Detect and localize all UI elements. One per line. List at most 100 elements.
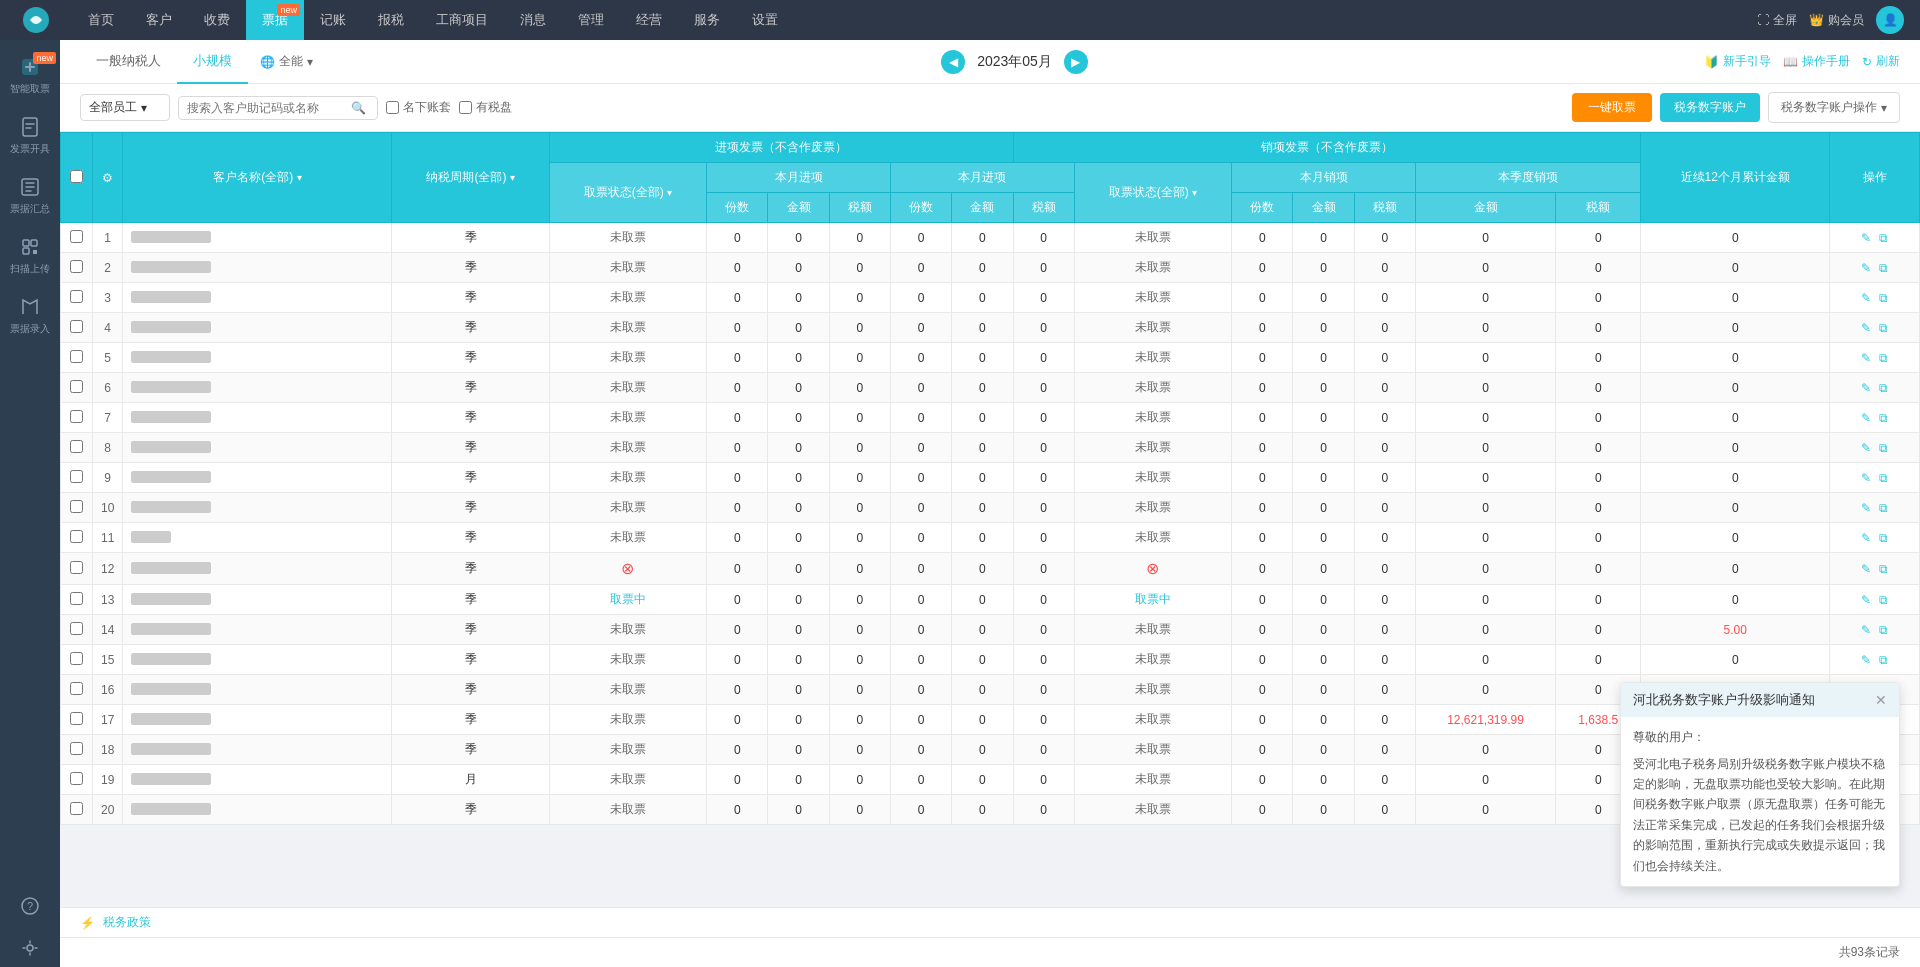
select-all-checkbox[interactable]	[70, 170, 83, 183]
row-checkbox[interactable]	[70, 470, 83, 483]
nav-message[interactable]: 消息	[504, 0, 562, 40]
row-checkbox-cell[interactable]	[61, 433, 93, 463]
sidebar-item-help[interactable]: ?	[0, 887, 60, 925]
row-checkbox-cell[interactable]	[61, 523, 93, 553]
sidebar-item-summary[interactable]: 票据汇总	[0, 168, 60, 224]
tab-all-capable[interactable]: 🌐 全能 ▾	[248, 53, 325, 70]
row-checkbox-cell[interactable]	[61, 795, 93, 825]
copy-button[interactable]: ⧉	[1879, 653, 1888, 667]
nav-tax[interactable]: 报税	[362, 0, 420, 40]
edit-button[interactable]: ✎	[1861, 231, 1871, 245]
row-checkbox[interactable]	[70, 772, 83, 785]
row-checkbox[interactable]	[70, 290, 83, 303]
row-checkbox[interactable]	[70, 230, 83, 243]
edit-button[interactable]: ✎	[1861, 441, 1871, 455]
edit-button[interactable]: ✎	[1861, 321, 1871, 335]
col-out-status-filter[interactable]: 取票状态(全部) ▾	[1109, 184, 1197, 201]
copy-button[interactable]: ⧉	[1879, 351, 1888, 365]
col-period-filter[interactable]: 纳税周期(全部) ▾	[426, 169, 514, 186]
copy-button[interactable]: ⧉	[1879, 321, 1888, 335]
edit-button[interactable]: ✎	[1861, 381, 1871, 395]
edit-button[interactable]: ✎	[1861, 623, 1871, 637]
copy-button[interactable]: ⧉	[1879, 231, 1888, 245]
taxdisk-checkbox[interactable]	[459, 101, 472, 114]
row-checkbox-cell[interactable]	[61, 223, 93, 253]
nav-business[interactable]: 工商项目	[420, 0, 504, 40]
prev-month-button[interactable]: ◀	[941, 50, 965, 74]
refresh-button[interactable]: ↻ 刷新	[1862, 53, 1900, 70]
settings-col-icon[interactable]: ⚙	[102, 171, 113, 185]
row-checkbox-cell[interactable]	[61, 373, 93, 403]
row-checkbox[interactable]	[70, 682, 83, 695]
copy-button[interactable]: ⧉	[1879, 471, 1888, 485]
edit-button[interactable]: ✎	[1861, 653, 1871, 667]
row-checkbox-cell[interactable]	[61, 645, 93, 675]
row-checkbox[interactable]	[70, 802, 83, 815]
row-checkbox-cell[interactable]	[61, 705, 93, 735]
next-month-button[interactable]: ▶	[1064, 50, 1088, 74]
row-checkbox-cell[interactable]	[61, 253, 93, 283]
checkbox-subaccount[interactable]: 名下账套	[386, 99, 451, 116]
nav-home[interactable]: 首页	[72, 0, 130, 40]
notice-close-button[interactable]: ✕	[1875, 692, 1887, 708]
edit-button[interactable]: ✎	[1861, 351, 1871, 365]
row-checkbox[interactable]	[70, 530, 83, 543]
row-checkbox[interactable]	[70, 410, 83, 423]
tax-digital-account-ops-button[interactable]: 税务数字账户操作 ▾	[1768, 92, 1900, 123]
copy-button[interactable]: ⧉	[1879, 441, 1888, 455]
row-checkbox[interactable]	[70, 500, 83, 513]
row-checkbox-cell[interactable]	[61, 403, 93, 433]
row-checkbox[interactable]	[70, 380, 83, 393]
row-checkbox[interactable]	[70, 712, 83, 725]
copy-button[interactable]: ⧉	[1879, 501, 1888, 515]
nav-operation[interactable]: 经营	[620, 0, 678, 40]
row-checkbox[interactable]	[70, 742, 83, 755]
row-checkbox-cell[interactable]	[61, 463, 93, 493]
row-checkbox-cell[interactable]	[61, 585, 93, 615]
row-checkbox-cell[interactable]	[61, 765, 93, 795]
row-checkbox-cell[interactable]	[61, 735, 93, 765]
copy-button[interactable]: ⧉	[1879, 411, 1888, 425]
copy-button[interactable]: ⧉	[1879, 562, 1888, 576]
edit-button[interactable]: ✎	[1861, 261, 1871, 275]
copy-button[interactable]: ⧉	[1879, 593, 1888, 607]
one-click-invoice-button[interactable]: 一键取票	[1572, 93, 1652, 122]
row-checkbox-cell[interactable]	[61, 553, 93, 585]
row-checkbox[interactable]	[70, 320, 83, 333]
nav-manage[interactable]: 管理	[562, 0, 620, 40]
nav-fee[interactable]: 收费	[188, 0, 246, 40]
member-button[interactable]: 👑 购会员	[1809, 12, 1864, 29]
col-name-filter[interactable]: 客户名称(全部) ▾	[213, 169, 301, 186]
tab-general-taxpayer[interactable]: 一般纳税人	[80, 40, 177, 84]
employee-select[interactable]: 全部员工 ▾	[80, 94, 170, 121]
row-checkbox-cell[interactable]	[61, 283, 93, 313]
row-checkbox[interactable]	[70, 350, 83, 363]
tab-small-scale[interactable]: 小规模	[177, 40, 248, 84]
sidebar-item-invoice-open[interactable]: 发票开具	[0, 108, 60, 164]
copy-button[interactable]: ⧉	[1879, 531, 1888, 545]
nav-invoice[interactable]: 票据 new	[246, 0, 304, 40]
row-checkbox-cell[interactable]	[61, 675, 93, 705]
edit-button[interactable]: ✎	[1861, 411, 1871, 425]
row-checkbox[interactable]	[70, 622, 83, 635]
nav-client[interactable]: 客户	[130, 0, 188, 40]
row-checkbox[interactable]	[70, 260, 83, 273]
tax-digital-account-button[interactable]: 税务数字账户	[1660, 93, 1760, 122]
row-checkbox[interactable]	[70, 652, 83, 665]
edit-button[interactable]: ✎	[1861, 501, 1871, 515]
edit-button[interactable]: ✎	[1861, 531, 1871, 545]
row-checkbox[interactable]	[70, 440, 83, 453]
row-checkbox[interactable]	[70, 561, 83, 574]
subaccount-checkbox[interactable]	[386, 101, 399, 114]
guide-button[interactable]: 🔰 新手引导	[1704, 53, 1771, 70]
edit-button[interactable]: ✎	[1861, 593, 1871, 607]
sidebar-item-smart[interactable]: new 智能取票	[0, 48, 60, 104]
row-checkbox-cell[interactable]	[61, 493, 93, 523]
col-in-status-filter[interactable]: 取票状态(全部) ▾	[584, 184, 672, 201]
fullscreen-button[interactable]: ⛶ 全屏	[1757, 12, 1797, 29]
avatar[interactable]: 👤	[1876, 6, 1904, 34]
tax-policy-label[interactable]: 税务政策	[103, 914, 151, 931]
edit-button[interactable]: ✎	[1861, 291, 1871, 305]
checkbox-taxdisk[interactable]: 有税盘	[459, 99, 512, 116]
copy-button[interactable]: ⧉	[1879, 381, 1888, 395]
